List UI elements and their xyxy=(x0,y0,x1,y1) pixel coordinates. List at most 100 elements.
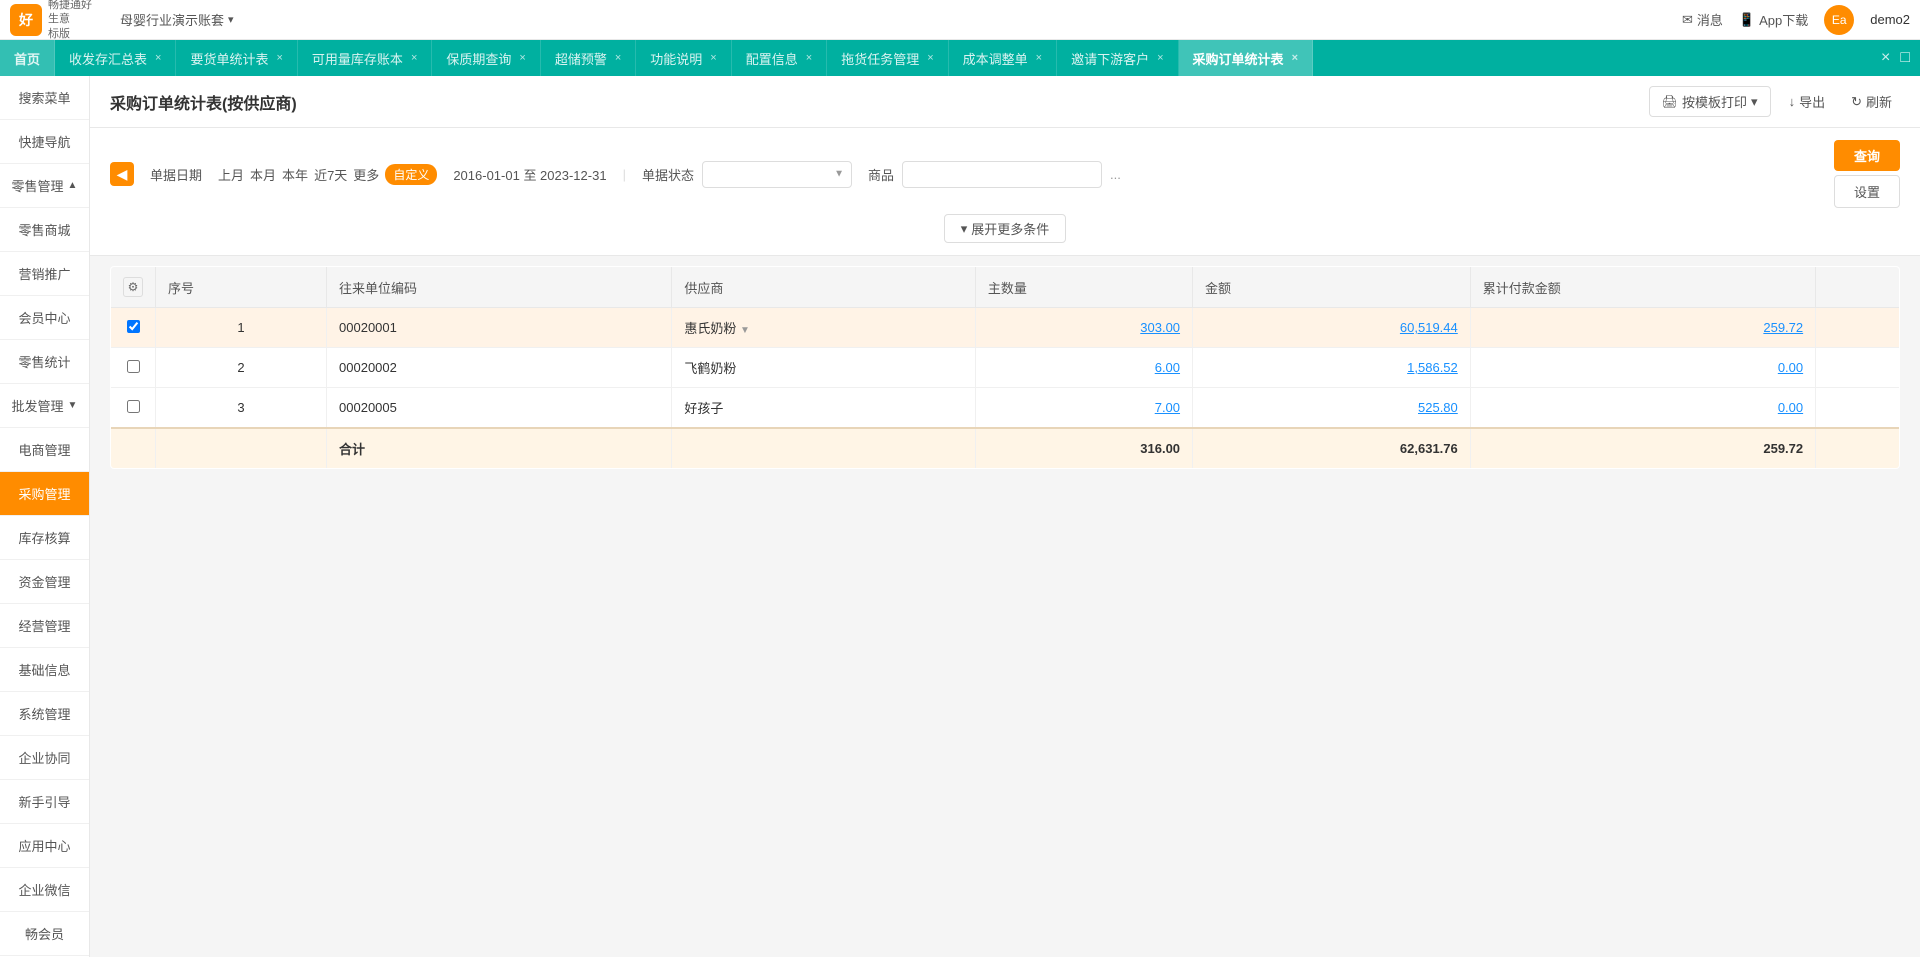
shortcut-last-month[interactable]: 上月 xyxy=(218,165,244,184)
sidebar-item-app-center[interactable]: 应用中心 xyxy=(0,824,89,868)
table-row[interactable]: 3 00020005 好孩子 7.00 525.80 0.00 xyxy=(111,388,1900,429)
row-main-qty[interactable]: 303.00 xyxy=(975,308,1192,348)
custom-date-badge[interactable]: 自定义 xyxy=(385,164,437,185)
tab-close-icon[interactable]: × xyxy=(927,52,933,64)
row-checkbox[interactable] xyxy=(111,348,156,388)
tab-keyongLiangKuCun[interactable]: 可用量库存账本 × xyxy=(298,40,432,76)
product-more-icon[interactable]: ... xyxy=(1110,167,1121,182)
tab-minimize-button[interactable]: × xyxy=(1881,49,1890,67)
download-icon: 📱 xyxy=(1739,12,1755,28)
row-amount[interactable]: 1,586.52 xyxy=(1193,348,1471,388)
sidebar-item-ecommerce[interactable]: 电商管理 xyxy=(0,428,89,472)
chevron-left-icon: ◀ xyxy=(117,166,128,183)
tab-close-icon[interactable]: × xyxy=(155,52,161,64)
table-row[interactable]: 2 00020002 飞鹤奶粉 6.00 1,586.52 0.00 xyxy=(111,348,1900,388)
tab-shoufafaHuizong[interactable]: 收发存汇总表 × xyxy=(55,40,176,76)
status-select[interactable]: 待审核 已审核 已关闭 xyxy=(702,161,852,188)
sidebar-item-member[interactable]: 会员中心 xyxy=(0,296,89,340)
tab-tuohuoRenwu[interactable]: 拖货任务管理 × xyxy=(827,40,948,76)
tab-yaoqingXiayou[interactable]: 邀请下游客户 × xyxy=(1057,40,1178,76)
row-paid-amount[interactable]: 0.00 xyxy=(1470,348,1815,388)
sidebar-item-finance[interactable]: 资金管理 xyxy=(0,560,89,604)
export-button[interactable]: ↓ 导出 xyxy=(1781,87,1834,116)
filter-toggle-button[interactable]: ◀ xyxy=(110,162,134,186)
th-paid-amount: 累计付款金额 xyxy=(1470,267,1815,308)
sidebar-item-new-guide[interactable]: 新手引导 xyxy=(0,780,89,824)
tab-gongnengShuoming[interactable]: 功能说明 × xyxy=(636,40,731,76)
sidebar-item-purchase[interactable]: 采购管理 xyxy=(0,472,89,516)
tab-yaohuoDanTongji[interactable]: 要货单统计表 × xyxy=(176,40,297,76)
sidebar-item-operation[interactable]: 经营管理 xyxy=(0,604,89,648)
table-row[interactable]: 1 00020001 惠氏奶粉 ▼ 303.00 60,519.44 259.7… xyxy=(111,308,1900,348)
shortcut-this-month[interactable]: 本月 xyxy=(250,165,276,184)
tab-close-icon[interactable]: × xyxy=(806,52,812,64)
chevron-down-icon: ▲ xyxy=(68,180,78,191)
sidebar-item-basic-info[interactable]: 基础信息 xyxy=(0,648,89,692)
main-layout: 搜索菜单 快捷导航 零售管理 ▲ 零售商城 营销推广 会员中心 零售统计 批发管… xyxy=(0,76,1920,957)
tab-chengbenTiaozheng[interactable]: 成本调整单 × xyxy=(949,40,1057,76)
row-main-qty[interactable]: 6.00 xyxy=(975,348,1192,388)
shortcut-this-year[interactable]: 本年 xyxy=(282,165,308,184)
row-paid-amount[interactable]: 0.00 xyxy=(1470,388,1815,429)
th-settings[interactable]: ⚙ xyxy=(111,267,156,308)
tab-close-icon[interactable]: × xyxy=(1157,52,1163,64)
tab-home[interactable]: 首页 xyxy=(0,40,55,76)
shortcut-7-days[interactable]: 近7天 xyxy=(314,165,347,184)
tab-close-active-icon[interactable]: × xyxy=(1292,52,1298,64)
sidebar-item-retail-stats[interactable]: 零售统计 xyxy=(0,340,89,384)
row-main-qty[interactable]: 7.00 xyxy=(975,388,1192,429)
row-no: 2 xyxy=(156,348,327,388)
expand-more-button[interactable]: ▾ 展开更多条件 xyxy=(944,214,1067,243)
page-actions: 🖨 按模板打印 ▾ ↓ 导出 ↻ 刷新 xyxy=(1649,86,1901,117)
tab-caigouDingdan[interactable]: 采购订单统计表 × xyxy=(1179,40,1313,76)
sidebar-item-member2[interactable]: 畅会员 xyxy=(0,912,89,956)
sidebar-item-retail-manage[interactable]: 零售管理 ▲ xyxy=(0,164,89,208)
settings-button[interactable]: 设置 xyxy=(1834,175,1900,208)
row-paid-amount[interactable]: 259.72 xyxy=(1470,308,1815,348)
row-checkbox[interactable] xyxy=(111,388,156,429)
column-settings-icon[interactable]: ⚙ xyxy=(123,277,143,297)
footer-main-qty: 316.00 xyxy=(975,428,1192,469)
page-header: 采购订单统计表(按供应商) 🖨 按模板打印 ▾ ↓ 导出 ↻ 刷新 xyxy=(90,76,1920,128)
row-amount[interactable]: 60,519.44 xyxy=(1193,308,1471,348)
tab-maximize-button[interactable]: □ xyxy=(1900,49,1910,67)
top-bar: 好 畅捷通好生意 标版 母婴行业演示账套 ▾ ✉ 消息 📱 App下载 Ea d… xyxy=(0,0,1920,40)
workspace-selector[interactable]: 母婴行业演示账套 ▾ xyxy=(120,10,234,29)
sidebar-item-system[interactable]: 系统管理 xyxy=(0,692,89,736)
tab-close-icon[interactable]: × xyxy=(710,52,716,64)
tab-close-icon[interactable]: × xyxy=(519,52,525,64)
sidebar-item-enterprise[interactable]: 企业协同 xyxy=(0,736,89,780)
sidebar-item-inventory[interactable]: 库存核算 xyxy=(0,516,89,560)
top-bar-right: ✉ 消息 📱 App下载 Ea demo2 xyxy=(1682,5,1910,35)
tab-chaochuYujing[interactable]: 超储预警 × xyxy=(541,40,636,76)
tab-close-icon[interactable]: × xyxy=(615,52,621,64)
chevron-down-icon: ▾ xyxy=(961,221,968,237)
message-icon: ✉ xyxy=(1682,12,1693,28)
user-name[interactable]: demo2 xyxy=(1870,12,1910,27)
row-checkbox[interactable] xyxy=(111,308,156,348)
sidebar-item-quick-nav[interactable]: 快捷导航 xyxy=(0,120,89,164)
tab-close-icon[interactable]: × xyxy=(1036,52,1042,64)
sidebar-item-enterprise-wechat[interactable]: 企业微信 xyxy=(0,868,89,912)
sidebar-item-search[interactable]: 搜索菜单 xyxy=(0,76,89,120)
sidebar: 搜索菜单 快捷导航 零售管理 ▲ 零售商城 营销推广 会员中心 零售统计 批发管… xyxy=(0,76,90,957)
sidebar-item-wholesale[interactable]: 批发管理 ▼ xyxy=(0,384,89,428)
sidebar-item-marketing[interactable]: 营销推广 xyxy=(0,252,89,296)
logo-icon: 好 xyxy=(10,4,42,36)
app-download-button[interactable]: 📱 App下载 xyxy=(1739,10,1808,29)
shortcut-more[interactable]: 更多 xyxy=(353,165,379,184)
product-input[interactable] xyxy=(902,161,1102,188)
content-area: 采购订单统计表(按供应商) 🖨 按模板打印 ▾ ↓ 导出 ↻ 刷新 xyxy=(90,76,1920,957)
query-button[interactable]: 查询 xyxy=(1834,140,1900,171)
tab-close-icon[interactable]: × xyxy=(411,52,417,64)
status-select-wrapper: 待审核 已审核 已关闭 xyxy=(702,161,852,188)
message-button[interactable]: ✉ 消息 xyxy=(1682,10,1723,29)
template-print-button[interactable]: 🖨 按模板打印 ▾ xyxy=(1649,86,1771,117)
tab-baoquanQiChaxun[interactable]: 保质期查询 × xyxy=(432,40,540,76)
refresh-button[interactable]: ↻ 刷新 xyxy=(1843,87,1900,116)
row-amount[interactable]: 525.80 xyxy=(1193,388,1471,429)
tab-close-icon[interactable]: × xyxy=(276,52,282,64)
expand-more-row: ▾ 展开更多条件 xyxy=(110,208,1900,243)
sidebar-item-retail-shop[interactable]: 零售商城 xyxy=(0,208,89,252)
tab-peizhi[interactable]: 配置信息 × xyxy=(732,40,827,76)
